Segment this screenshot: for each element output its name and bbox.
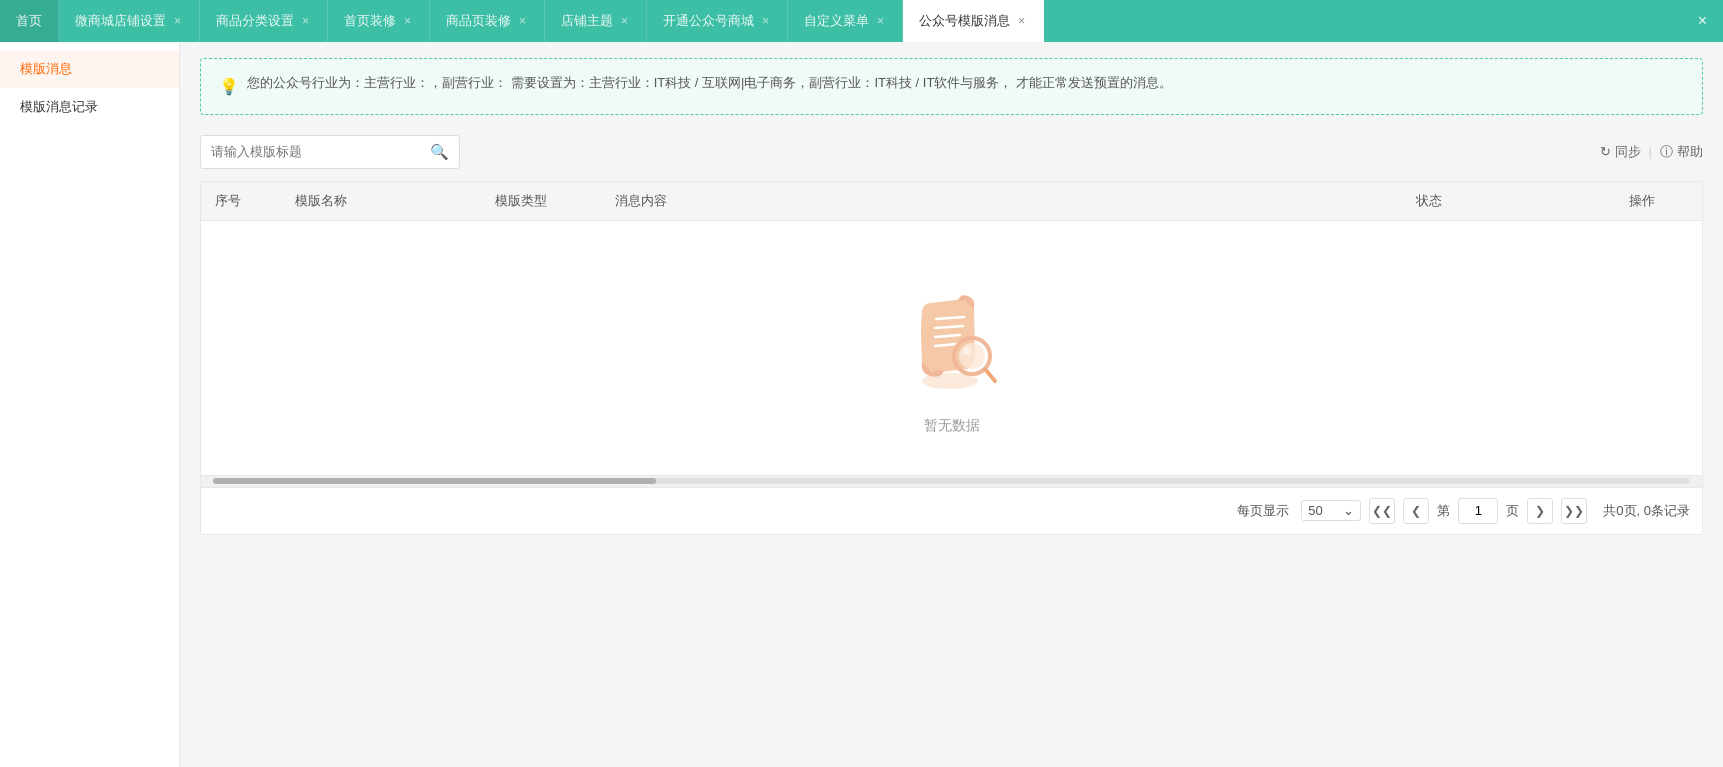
tab-template-msg[interactable]: 公众号模版消息 ×	[903, 0, 1044, 42]
tab-store-theme-label: 店铺主题	[561, 12, 613, 30]
prev-page-button[interactable]: ❮	[1403, 498, 1429, 524]
tab-home-label: 首页	[16, 12, 42, 30]
notice-highlight: 需要设置为：主营行业：IT科技 / 互联网|电子商务，副营行业：IT科技 / I…	[511, 75, 1013, 90]
close-icon[interactable]: ×	[517, 12, 528, 30]
notice-suffix: 才能正常发送预置的消息。	[1016, 75, 1172, 90]
page-label-after: 页	[1506, 502, 1519, 520]
th-type: 模版类型	[481, 182, 601, 220]
th-name: 模版名称	[281, 182, 481, 220]
prev-page-icon: ❮	[1411, 504, 1421, 518]
notice-text: 您的公众号行业为：主营行业：，副营行业： 需要设置为：主营行业：IT科技 / 互…	[247, 73, 1172, 94]
tab-shop-settings[interactable]: 微商城店铺设置 ×	[59, 0, 200, 42]
close-icon[interactable]: ×	[402, 12, 413, 30]
sidebar-item-template-msg-record[interactable]: 模版消息记录	[0, 88, 179, 126]
first-page-icon: ❮❮	[1372, 504, 1392, 518]
notice-box: 💡 您的公众号行业为：主营行业：，副营行业： 需要设置为：主营行业：IT科技 /…	[200, 58, 1703, 115]
tab-product-decor-label: 商品页装修	[446, 12, 511, 30]
last-page-icon: ❯❯	[1564, 504, 1584, 518]
pagination: 每页显示 50 ⌄ ❮❮ ❮ 第 页 ❯ ❯❯	[201, 487, 1702, 534]
page-size-label: 每页显示	[1237, 502, 1289, 520]
search-icon: 🔍	[430, 143, 449, 161]
main-layout: 模版消息 模版消息记录 💡 您的公众号行业为：主营行业：，副营行业： 需要设置为…	[0, 42, 1723, 767]
sidebar-item-template-msg-record-label: 模版消息记录	[20, 98, 98, 116]
tab-custom-menu-label: 自定义菜单	[804, 12, 869, 30]
th-status: 状态	[1402, 182, 1582, 220]
empty-illustration	[892, 281, 1012, 401]
tab-shop-settings-label: 微商城店铺设置	[75, 12, 166, 30]
tab-product-decor[interactable]: 商品页装修 ×	[430, 0, 545, 42]
scrollbar-thumb[interactable]	[213, 478, 656, 484]
tab-product-category[interactable]: 商品分类设置 ×	[200, 0, 328, 42]
search-button[interactable]: 🔍	[421, 136, 457, 168]
page-number-input[interactable]	[1458, 498, 1498, 524]
notice-prefix: 您的公众号行业为：主营行业：，副营行业：	[247, 75, 507, 90]
next-page-icon: ❯	[1535, 504, 1545, 518]
sidebar: 模版消息 模版消息记录	[0, 42, 180, 767]
page-size-value: 50	[1308, 503, 1322, 518]
last-page-button[interactable]: ❯❯	[1561, 498, 1587, 524]
scrollbar-track	[213, 478, 1690, 484]
divider: |	[1649, 144, 1652, 159]
horizontal-scrollbar[interactable]	[201, 475, 1702, 487]
toolbar: 🔍 ↻ 同步 | ⓘ 帮助	[200, 135, 1703, 169]
svg-point-8	[963, 347, 971, 355]
first-page-button[interactable]: ❮❮	[1369, 498, 1395, 524]
page-size-select[interactable]: 50 ⌄	[1301, 500, 1361, 521]
empty-state: 暂无数据	[201, 221, 1702, 475]
content-area: 💡 您的公众号行业为：主营行业：，副营行业： 需要设置为：主营行业：IT科技 /…	[180, 42, 1723, 767]
close-icon[interactable]: ×	[300, 12, 311, 30]
data-table: 序号 模版名称 模版类型 消息内容 状态 操作	[200, 181, 1703, 535]
close-icon[interactable]: ×	[760, 12, 771, 30]
next-page-button[interactable]: ❯	[1527, 498, 1553, 524]
help-button[interactable]: ⓘ 帮助	[1660, 143, 1703, 161]
table-header: 序号 模版名称 模版类型 消息内容 状态 操作	[201, 182, 1702, 221]
empty-text: 暂无数据	[924, 417, 980, 435]
tab-template-msg-label: 公众号模版消息	[919, 12, 1010, 30]
tab-home[interactable]: 首页	[0, 0, 59, 42]
tab-home-decor-label: 首页装修	[344, 12, 396, 30]
close-icon[interactable]: ×	[619, 12, 630, 30]
close-icon[interactable]: ×	[875, 12, 886, 30]
help-icon: ⓘ	[1660, 143, 1673, 161]
total-info: 共0页, 0条记录	[1603, 502, 1690, 520]
top-nav: 首页 微商城店铺设置 × 商品分类设置 × 首页装修 × 商品页装修 × 店铺主…	[0, 0, 1723, 42]
tab-custom-menu[interactable]: 自定义菜单 ×	[788, 0, 903, 42]
tab-home-decor[interactable]: 首页装修 ×	[328, 0, 430, 42]
close-icon[interactable]: ×	[172, 12, 183, 30]
svg-line-7	[985, 369, 995, 381]
sync-label: 同步	[1615, 143, 1641, 161]
tab-open-mall-label: 开通公众号商城	[663, 12, 754, 30]
refresh-icon: ↻	[1600, 144, 1611, 159]
tab-open-mall[interactable]: 开通公众号商城 ×	[647, 0, 788, 42]
tab-product-category-label: 商品分类设置	[216, 12, 294, 30]
sidebar-item-template-msg[interactable]: 模版消息	[0, 50, 179, 88]
notice-icon: 💡	[219, 74, 239, 100]
close-all-button[interactable]: ×	[1682, 0, 1723, 42]
th-content: 消息内容	[601, 182, 1402, 220]
th-action: 操作	[1582, 182, 1702, 220]
close-icon[interactable]: ×	[1016, 12, 1027, 30]
toolbar-right: ↻ 同步 | ⓘ 帮助	[1600, 143, 1703, 161]
help-label: 帮助	[1677, 143, 1703, 161]
page-label-before: 第	[1437, 502, 1450, 520]
search-area: 🔍	[200, 135, 460, 169]
search-input[interactable]	[201, 138, 421, 165]
sidebar-item-template-msg-label: 模版消息	[20, 60, 72, 78]
chevron-down-icon: ⌄	[1343, 503, 1354, 518]
tab-store-theme[interactable]: 店铺主题 ×	[545, 0, 647, 42]
svg-point-6	[959, 343, 985, 369]
sync-button[interactable]: ↻ 同步	[1600, 143, 1641, 161]
th-seq: 序号	[201, 182, 281, 220]
